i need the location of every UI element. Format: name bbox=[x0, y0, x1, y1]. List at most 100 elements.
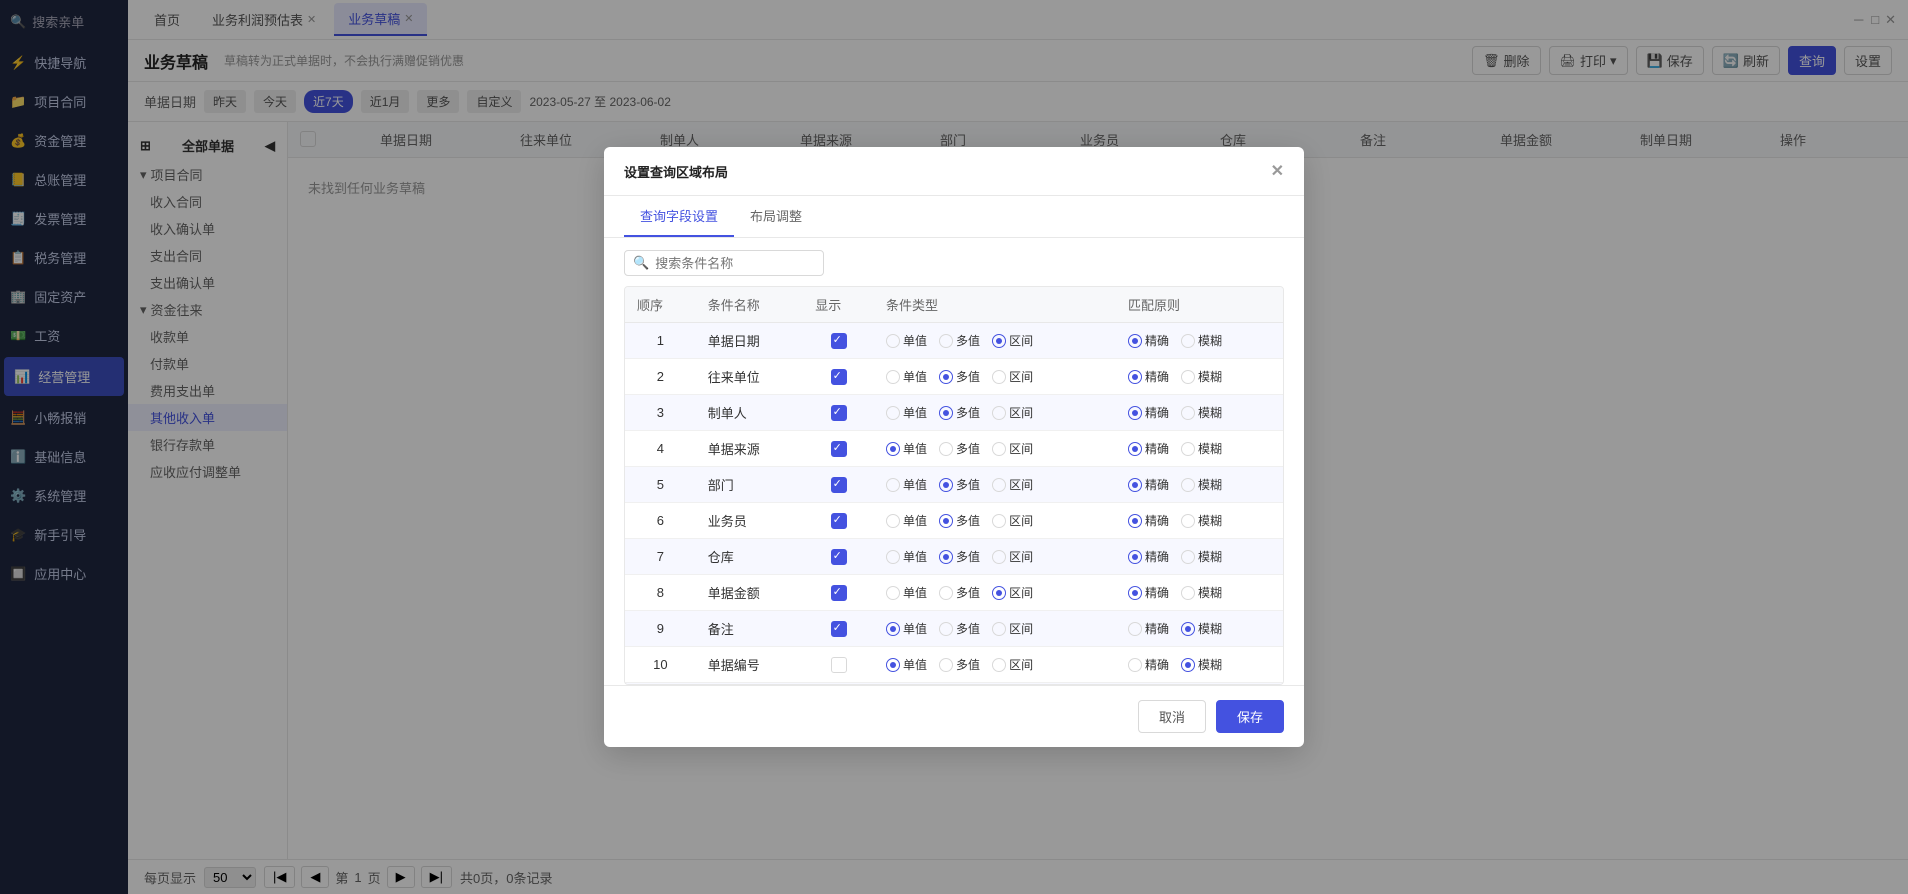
match-fuzzy-radio[interactable]: 模糊 bbox=[1181, 620, 1222, 637]
type-range-radio[interactable]: 区间 bbox=[992, 656, 1033, 673]
match-exact-radio[interactable]: 精确 bbox=[1128, 404, 1169, 421]
radio-circle bbox=[939, 406, 953, 420]
type-multi-radio[interactable]: 多值 bbox=[939, 476, 980, 493]
show-checkbox[interactable] bbox=[831, 549, 847, 565]
type-single-radio[interactable]: 单值 bbox=[886, 512, 927, 529]
td-show[interactable] bbox=[803, 323, 874, 359]
dialog-tab-layout[interactable]: 布局调整 bbox=[734, 196, 818, 237]
type-multi-radio[interactable]: 多值 bbox=[939, 548, 980, 565]
match-fuzzy-radio[interactable]: 模糊 bbox=[1181, 656, 1222, 673]
radio-label: 单值 bbox=[903, 368, 927, 385]
td-show[interactable] bbox=[803, 467, 874, 503]
type-range-radio[interactable]: 区间 bbox=[992, 584, 1033, 601]
radio-label: 精确 bbox=[1145, 584, 1169, 601]
type-multi-radio[interactable]: 多值 bbox=[939, 404, 980, 421]
match-fuzzy-radio[interactable]: 模糊 bbox=[1181, 368, 1222, 385]
radio-circle bbox=[1128, 514, 1142, 528]
type-single-radio[interactable]: 单值 bbox=[886, 368, 927, 385]
match-fuzzy-radio[interactable]: 模糊 bbox=[1181, 440, 1222, 457]
type-range-radio[interactable]: 区间 bbox=[992, 440, 1033, 457]
match-exact-radio[interactable]: 精确 bbox=[1128, 620, 1169, 637]
radio-label: 模糊 bbox=[1198, 476, 1222, 493]
type-single-radio[interactable]: 单值 bbox=[886, 584, 927, 601]
type-range-radio[interactable]: 区间 bbox=[992, 512, 1033, 529]
type-range-radio[interactable]: 区间 bbox=[992, 476, 1033, 493]
td-show[interactable] bbox=[803, 611, 874, 647]
radio-circle bbox=[939, 334, 953, 348]
show-checkbox[interactable] bbox=[831, 441, 847, 457]
match-fuzzy-radio[interactable]: 模糊 bbox=[1181, 332, 1222, 349]
radio-label: 精确 bbox=[1145, 620, 1169, 637]
td-match: 精确 模糊 bbox=[1116, 395, 1283, 431]
condition-search-box[interactable]: 🔍 bbox=[624, 250, 824, 276]
dialog-close-button[interactable]: ✕ bbox=[1271, 161, 1284, 181]
type-single-radio[interactable]: 单值 bbox=[886, 656, 927, 673]
match-exact-radio[interactable]: 精确 bbox=[1128, 656, 1169, 673]
type-range-radio[interactable]: 区间 bbox=[992, 368, 1033, 385]
td-show[interactable] bbox=[803, 359, 874, 395]
type-single-radio[interactable]: 单值 bbox=[886, 548, 927, 565]
match-fuzzy-radio[interactable]: 模糊 bbox=[1181, 548, 1222, 565]
type-single-radio[interactable]: 单值 bbox=[886, 440, 927, 457]
show-checkbox[interactable] bbox=[831, 657, 847, 673]
cancel-button[interactable]: 取消 bbox=[1138, 700, 1206, 733]
td-show[interactable] bbox=[803, 539, 874, 575]
td-show[interactable] bbox=[803, 431, 874, 467]
show-checkbox[interactable] bbox=[831, 477, 847, 493]
match-fuzzy-radio[interactable]: 模糊 bbox=[1181, 476, 1222, 493]
td-show[interactable] bbox=[803, 395, 874, 431]
match-exact-radio[interactable]: 精确 bbox=[1128, 476, 1169, 493]
match-fuzzy-radio[interactable]: 模糊 bbox=[1181, 404, 1222, 421]
radio-circle bbox=[939, 370, 953, 384]
radio-label: 模糊 bbox=[1198, 404, 1222, 421]
match-exact-radio[interactable]: 精确 bbox=[1128, 440, 1169, 457]
td-show[interactable] bbox=[803, 503, 874, 539]
type-multi-radio[interactable]: 多值 bbox=[939, 656, 980, 673]
match-fuzzy-radio[interactable]: 模糊 bbox=[1181, 512, 1222, 529]
td-order: 2 bbox=[625, 359, 696, 395]
td-type: 单值多值区间 bbox=[874, 467, 1116, 503]
radio-circle bbox=[992, 478, 1006, 492]
radio-circle bbox=[1181, 370, 1195, 384]
match-exact-radio[interactable]: 精确 bbox=[1128, 584, 1169, 601]
type-range-radio[interactable]: 区间 bbox=[992, 548, 1033, 565]
type-single-radio[interactable]: 单值 bbox=[886, 476, 927, 493]
radio-label: 单值 bbox=[903, 512, 927, 529]
show-checkbox[interactable] bbox=[831, 333, 847, 349]
td-match: 精确模糊 bbox=[1116, 503, 1283, 539]
type-multi-radio[interactable]: 多值 bbox=[939, 368, 980, 385]
radio-label: 区间 bbox=[1009, 584, 1033, 601]
match-exact-radio[interactable]: 精确 bbox=[1128, 368, 1169, 385]
type-range-radio[interactable]: 区间 bbox=[992, 332, 1033, 349]
type-single-radio[interactable]: 单值 bbox=[886, 620, 927, 637]
condition-search-input[interactable] bbox=[655, 256, 805, 271]
type-multi-radio[interactable]: 多值 bbox=[939, 512, 980, 529]
radio-circle bbox=[886, 334, 900, 348]
type-range-radio[interactable]: 区间 bbox=[992, 404, 1033, 421]
td-show[interactable] bbox=[803, 575, 874, 611]
show-checkbox[interactable] bbox=[831, 369, 847, 385]
dialog-tab-field-settings[interactable]: 查询字段设置 bbox=[624, 196, 734, 237]
show-checkbox[interactable] bbox=[831, 585, 847, 601]
match-exact-radio[interactable]: 精确 bbox=[1128, 332, 1169, 349]
td-show[interactable] bbox=[803, 647, 874, 683]
show-checkbox[interactable] bbox=[831, 513, 847, 529]
type-range-radio[interactable]: 区间 bbox=[992, 620, 1033, 637]
type-multi-radio[interactable]: 多值 bbox=[939, 620, 980, 637]
td-type: 单值多值区间 bbox=[874, 611, 1116, 647]
type-multi-radio[interactable]: 多值 bbox=[939, 584, 980, 601]
type-multi-radio[interactable]: 多值 bbox=[939, 440, 980, 457]
show-checkbox[interactable] bbox=[831, 405, 847, 421]
match-fuzzy-radio[interactable]: 模糊 bbox=[1181, 584, 1222, 601]
match-exact-radio[interactable]: 精确 bbox=[1128, 512, 1169, 529]
match-exact-radio[interactable]: 精确 bbox=[1128, 548, 1169, 565]
radio-circle bbox=[939, 478, 953, 492]
type-single-radio[interactable]: 单值 bbox=[886, 332, 927, 349]
type-single-radio[interactable]: 单值 bbox=[886, 404, 927, 421]
radio-circle bbox=[1181, 478, 1195, 492]
show-checkbox[interactable] bbox=[831, 621, 847, 637]
td-type: 单值多值区间 bbox=[874, 431, 1116, 467]
dialog-tab-field-label: 查询字段设置 bbox=[640, 209, 718, 224]
dialog-save-button[interactable]: 保存 bbox=[1216, 700, 1284, 733]
type-multi-radio[interactable]: 多值 bbox=[939, 332, 980, 349]
